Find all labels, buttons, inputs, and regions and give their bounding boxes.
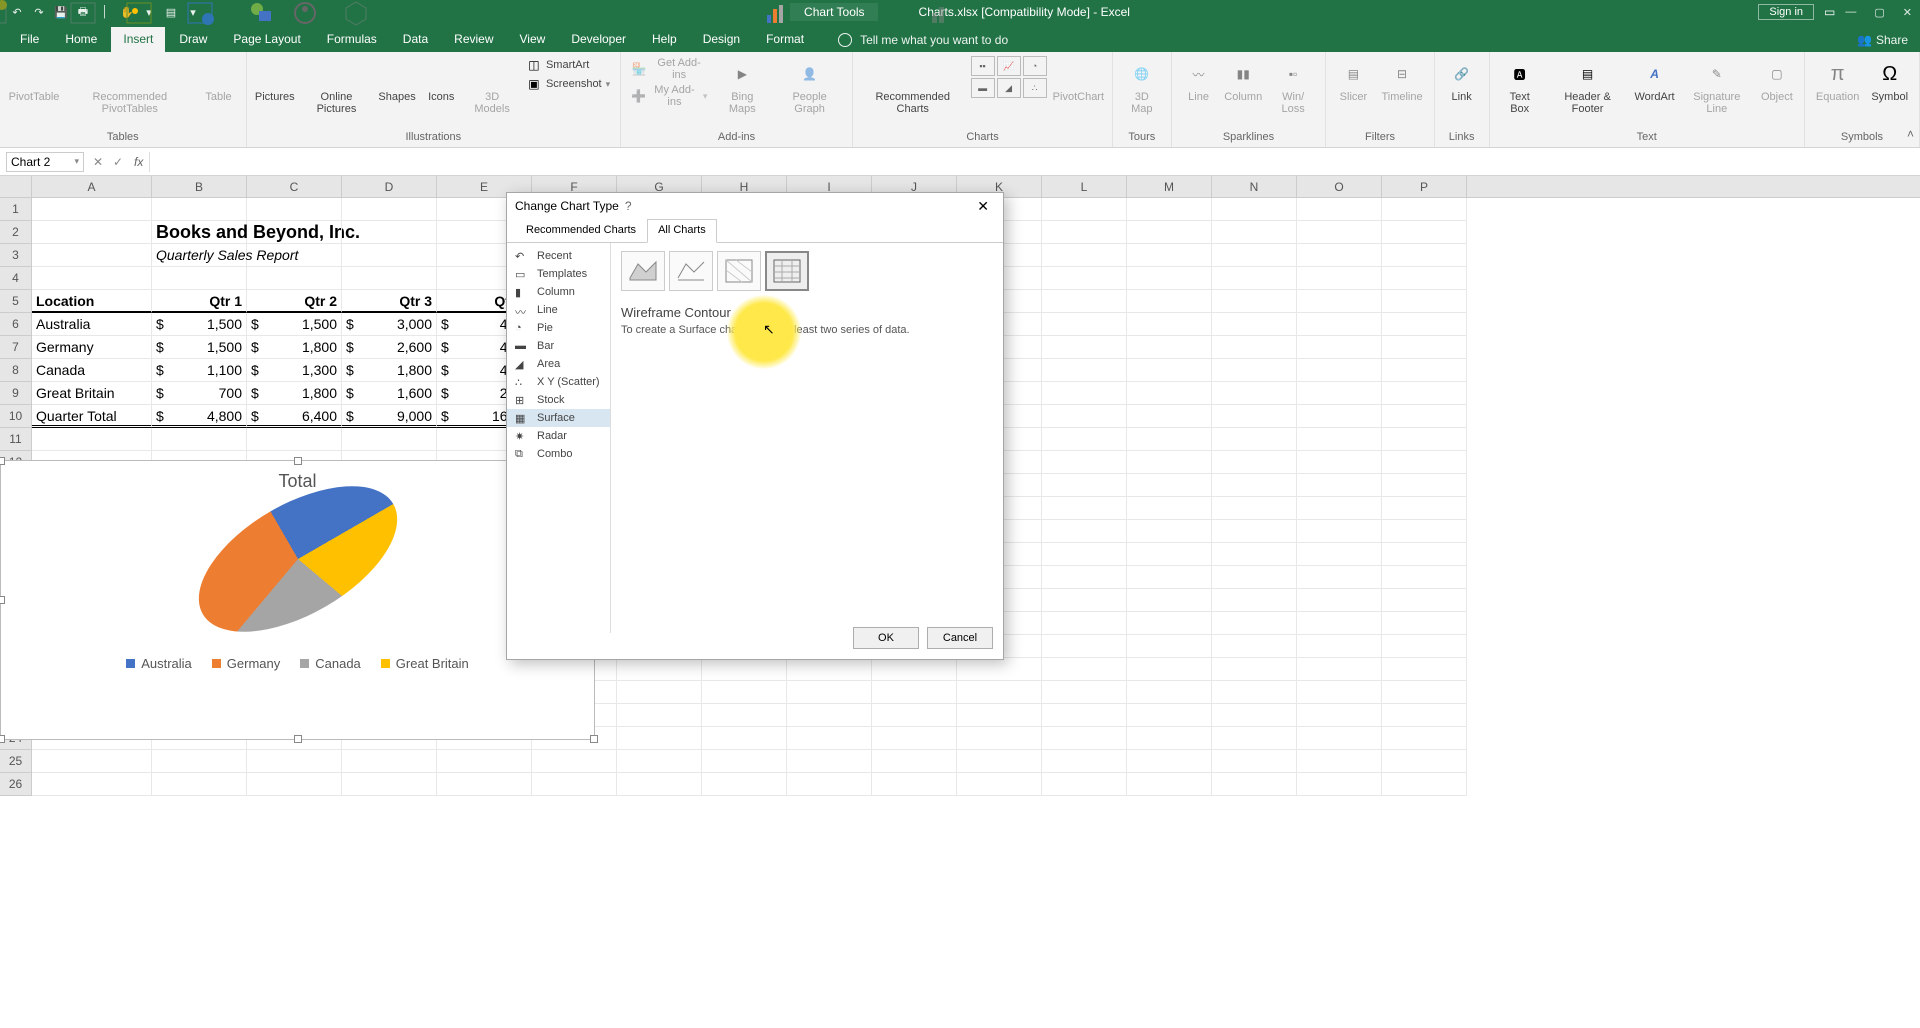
subtype-3d-surface[interactable] — [621, 251, 665, 291]
get-addins-button[interactable]: 🏪Get Add-ins — [629, 56, 709, 82]
category-stock[interactable]: ⊞Stock — [507, 391, 610, 409]
maximize-icon[interactable]: ▢ — [1874, 6, 1884, 19]
symbol-button[interactable]: ΩSymbol — [1868, 56, 1911, 105]
bing-maps-button[interactable]: ▶Bing Maps — [715, 56, 769, 117]
equation-button[interactable]: πEquation — [1813, 56, 1862, 105]
category-line[interactable]: 〰Line — [507, 301, 610, 319]
fx-icon[interactable]: fx — [128, 155, 149, 169]
category-recent[interactable]: ↶Recent — [507, 247, 610, 265]
share-icon: 👥 — [1857, 33, 1872, 47]
close-icon[interactable]: ✕ — [1903, 6, 1912, 19]
group-filters: Filters — [1334, 131, 1425, 145]
category-radar[interactable]: ✷Radar — [507, 427, 610, 445]
dialog-tab-recommended[interactable]: Recommended Charts — [515, 219, 647, 242]
share-button[interactable]: 👥 Share — [1857, 33, 1908, 52]
formula-bar: Chart 2▾ ✕ ✓ fx — [0, 148, 1920, 176]
wordart-button[interactable]: AWordArt — [1633, 56, 1675, 105]
subtype-name: Wireframe Contour — [621, 305, 993, 320]
sparkline-winloss-button[interactable]: ▪▫Win/ Loss — [1269, 56, 1318, 117]
3d-models-button[interactable]: 3D Models — [466, 56, 518, 117]
enter-formula-icon[interactable]: ✓ — [108, 155, 128, 169]
category-area[interactable]: ◢Area — [507, 355, 610, 373]
ribbon: PivotTable Recommended PivotTables Table… — [0, 52, 1920, 148]
name-box[interactable]: Chart 2▾ — [6, 152, 84, 172]
dialog-close-icon[interactable]: ✕ — [971, 198, 995, 215]
cancel-button[interactable]: Cancel — [927, 627, 993, 649]
category-combo[interactable]: ⧉Combo — [507, 445, 610, 463]
table-button[interactable]: Table — [200, 56, 238, 105]
ribbon-options-icon[interactable]: ▭ — [1824, 5, 1835, 19]
header-footer-button[interactable]: ▤Header & Footer — [1548, 56, 1628, 117]
dialog-help-icon[interactable]: ? — [619, 199, 638, 213]
chart-category-list: ↶Recent▭Templates▮Column〰Line◔Pie▬Bar◢Ar… — [507, 243, 611, 633]
ok-button[interactable]: OK — [853, 627, 919, 649]
share-label: Share — [1876, 33, 1908, 47]
3d-map-button[interactable]: 🌐3D Map — [1121, 56, 1162, 117]
people-graph-button[interactable]: 👤People Graph — [775, 56, 844, 117]
sparkline-line-button[interactable]: 〰Line — [1180, 56, 1218, 105]
slicer-button[interactable]: ▤Slicer — [1334, 56, 1372, 105]
object-button[interactable]: ▢Object — [1758, 56, 1796, 105]
minimize-icon[interactable]: — — [1845, 6, 1856, 19]
subtype-description: To create a Surface chart, select at lea… — [621, 324, 993, 336]
link-button[interactable]: 🔗Link — [1443, 56, 1481, 105]
dialog-title: Change Chart Type — [515, 199, 619, 213]
formula-input[interactable] — [149, 152, 1920, 172]
my-addins-button[interactable]: ➕My Add-ins ▾ — [629, 83, 709, 109]
signature-button[interactable]: ✎Signature Line — [1682, 56, 1752, 117]
cancel-formula-icon[interactable]: ✕ — [88, 155, 108, 169]
category-pie[interactable]: ◔Pie — [507, 319, 610, 337]
category-column[interactable]: ▮Column — [507, 283, 610, 301]
tab-help[interactable]: Help — [640, 27, 689, 52]
category-bar[interactable]: ▬Bar — [507, 337, 610, 355]
dialog-tab-all[interactable]: All Charts — [647, 219, 717, 243]
group-links: Links — [1443, 131, 1481, 145]
subtype-contour[interactable] — [717, 251, 761, 291]
category-templates[interactable]: ▭Templates — [507, 265, 610, 283]
group-symbols: Symbols — [1813, 131, 1911, 145]
mouse-cursor-icon: ↖ — [763, 321, 775, 338]
group-text: Text — [1498, 131, 1796, 145]
change-chart-type-dialog: Change Chart Type ? ✕ Recommended Charts… — [506, 192, 1004, 660]
subtype-wireframe-3d[interactable] — [669, 251, 713, 291]
chart-subtypes — [621, 251, 993, 291]
timeline-button[interactable]: ⊟Timeline — [1378, 56, 1425, 105]
category-surface[interactable]: ▦Surface — [507, 409, 610, 427]
signin-button[interactable]: Sign in — [1758, 4, 1814, 20]
pivotchart-button[interactable]: PivotChart — [1053, 56, 1105, 105]
select-all-corner[interactable] — [0, 176, 32, 198]
subtype-wireframe-contour[interactable] — [765, 251, 809, 291]
textbox-button[interactable]: 🅰Text Box — [1498, 56, 1542, 117]
tab-design[interactable]: Design — [691, 27, 752, 52]
pie-chart[interactable] — [188, 504, 408, 634]
category-x-y-scatter-[interactable]: ∴X Y (Scatter) — [507, 373, 610, 391]
collapse-ribbon-icon[interactable]: ˄ — [1907, 127, 1914, 141]
sparkline-column-button[interactable]: ▮▮Column — [1224, 56, 1263, 105]
